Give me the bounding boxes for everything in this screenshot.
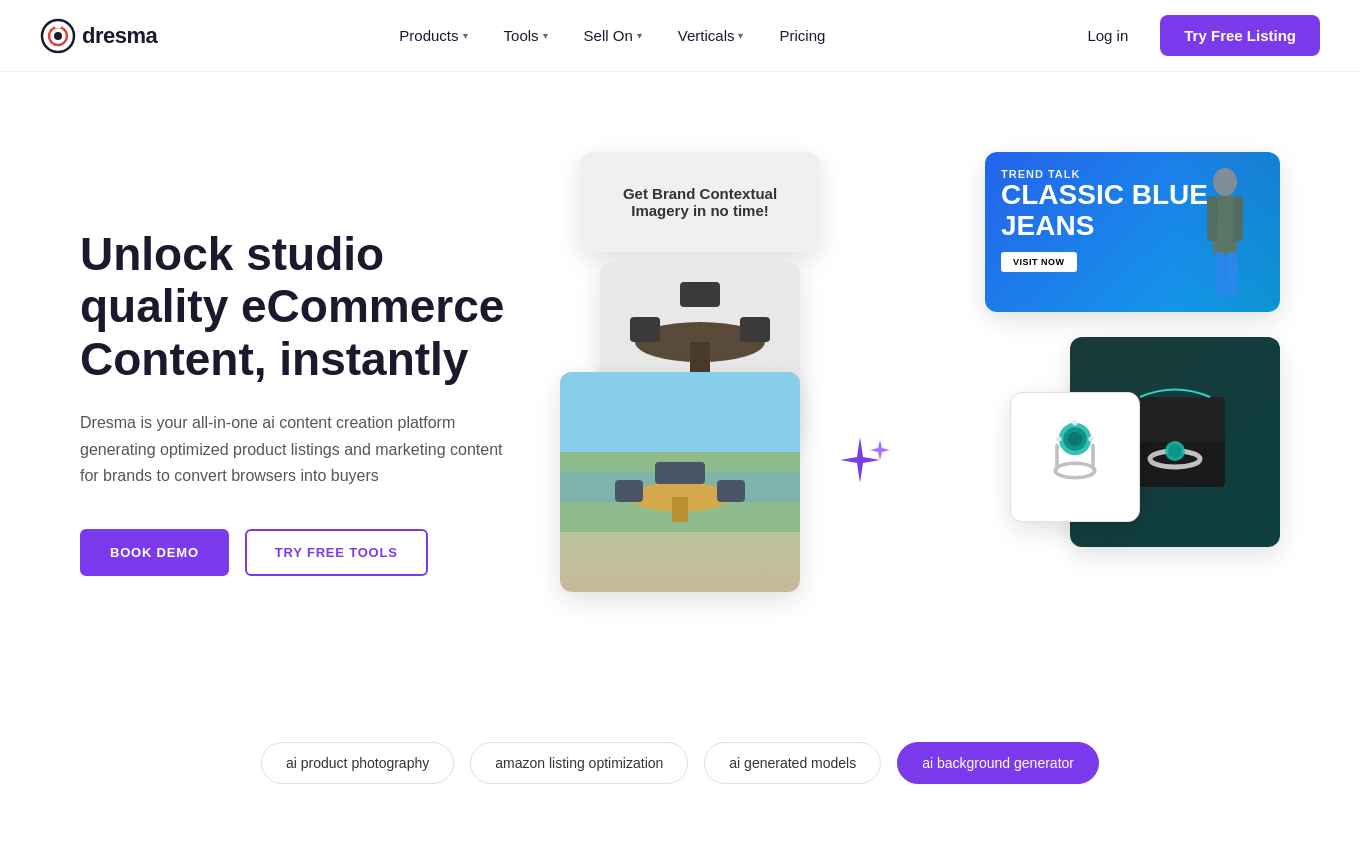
svg-rect-23 bbox=[677, 462, 705, 484]
chevron-down-icon: ▾ bbox=[463, 30, 468, 41]
svg-rect-12 bbox=[630, 317, 660, 342]
book-demo-button[interactable]: BOOK DEMO bbox=[80, 529, 229, 576]
trend-visit-btn[interactable]: VISIT NOW bbox=[1001, 252, 1077, 272]
nav-item-pricing[interactable]: Pricing bbox=[763, 19, 841, 52]
brand-card-text: Get Brand Contextual Imagery in no time! bbox=[596, 185, 804, 219]
login-button[interactable]: Log in bbox=[1067, 17, 1148, 54]
hero-collage: Get Brand Contextual Imagery in no time!… bbox=[560, 152, 1280, 652]
outdoor-card bbox=[560, 372, 800, 592]
svg-rect-30 bbox=[1055, 444, 1059, 471]
nav-links: Products ▾ Tools ▾ Sell On ▾ Verticals ▾… bbox=[383, 19, 841, 52]
svg-rect-3 bbox=[55, 24, 61, 28]
trend-banner: TREND TALK CLASSIC BLUE JEANS VISIT NOW bbox=[985, 152, 1280, 312]
svg-point-36 bbox=[1089, 436, 1094, 441]
svg-point-28 bbox=[1168, 444, 1182, 458]
brand-card: Get Brand Contextual Imagery in no time! bbox=[580, 152, 820, 252]
try-free-tools-button[interactable]: TRY FREE TOOLS bbox=[245, 529, 428, 576]
svg-rect-13 bbox=[740, 317, 770, 342]
tag-amazon-listing-optimization[interactable]: amazon listing optimization bbox=[470, 742, 688, 784]
trend-main-text: CLASSIC BLUE JEANS bbox=[1001, 180, 1264, 242]
nav-item-tools[interactable]: Tools ▾ bbox=[488, 19, 564, 52]
logo-text: dresma bbox=[82, 23, 157, 49]
svg-point-37 bbox=[1072, 420, 1077, 425]
svg-rect-31 bbox=[1091, 444, 1095, 471]
hero-section: Unlock studio quality eCommerce Content,… bbox=[0, 72, 1360, 712]
chevron-down-icon: ▾ bbox=[543, 30, 548, 41]
svg-rect-20 bbox=[615, 480, 643, 502]
svg-rect-14 bbox=[680, 282, 720, 307]
nav-item-products[interactable]: Products ▾ bbox=[383, 19, 483, 52]
sparkle-decoration bbox=[830, 432, 890, 499]
trend-small-text: TREND TALK bbox=[1001, 168, 1264, 180]
ring-svg bbox=[1030, 412, 1120, 502]
svg-rect-25 bbox=[1125, 397, 1225, 442]
svg-point-35 bbox=[1056, 436, 1061, 441]
tags-section: ai product photography amazon listing op… bbox=[0, 712, 1360, 844]
navbar: dresma Products ▾ Tools ▾ Sell On ▾ Vert… bbox=[0, 0, 1360, 72]
tag-ai-product-photography[interactable]: ai product photography bbox=[261, 742, 454, 784]
svg-rect-21 bbox=[717, 480, 745, 502]
chevron-down-icon: ▾ bbox=[738, 30, 743, 41]
nav-item-verticals[interactable]: Verticals ▾ bbox=[662, 19, 760, 52]
outdoor-svg bbox=[560, 372, 800, 532]
logo-icon bbox=[40, 18, 76, 54]
hero-left: Unlock studio quality eCommerce Content,… bbox=[80, 228, 560, 577]
tag-ai-generated-models[interactable]: ai generated models bbox=[704, 742, 881, 784]
tag-ai-background-generator[interactable]: ai background generator bbox=[897, 742, 1099, 784]
hero-title: Unlock studio quality eCommerce Content,… bbox=[80, 228, 520, 387]
try-free-listing-button[interactable]: Try Free Listing bbox=[1160, 15, 1320, 56]
nav-item-sell-on[interactable]: Sell On ▾ bbox=[568, 19, 658, 52]
svg-point-2 bbox=[54, 32, 62, 40]
logo-link[interactable]: dresma bbox=[40, 18, 157, 54]
hero-subtitle: Dresma is your all-in-one ai content cre… bbox=[80, 410, 520, 489]
svg-point-29 bbox=[1055, 463, 1095, 477]
svg-rect-19 bbox=[672, 497, 688, 522]
jewelry-white-card bbox=[1010, 392, 1140, 522]
nav-right: Log in Try Free Listing bbox=[1067, 15, 1320, 56]
svg-point-34 bbox=[1068, 432, 1082, 446]
chevron-down-icon: ▾ bbox=[637, 30, 642, 41]
svg-rect-15 bbox=[560, 372, 800, 452]
hero-buttons: BOOK DEMO TRY FREE TOOLS bbox=[80, 529, 520, 576]
